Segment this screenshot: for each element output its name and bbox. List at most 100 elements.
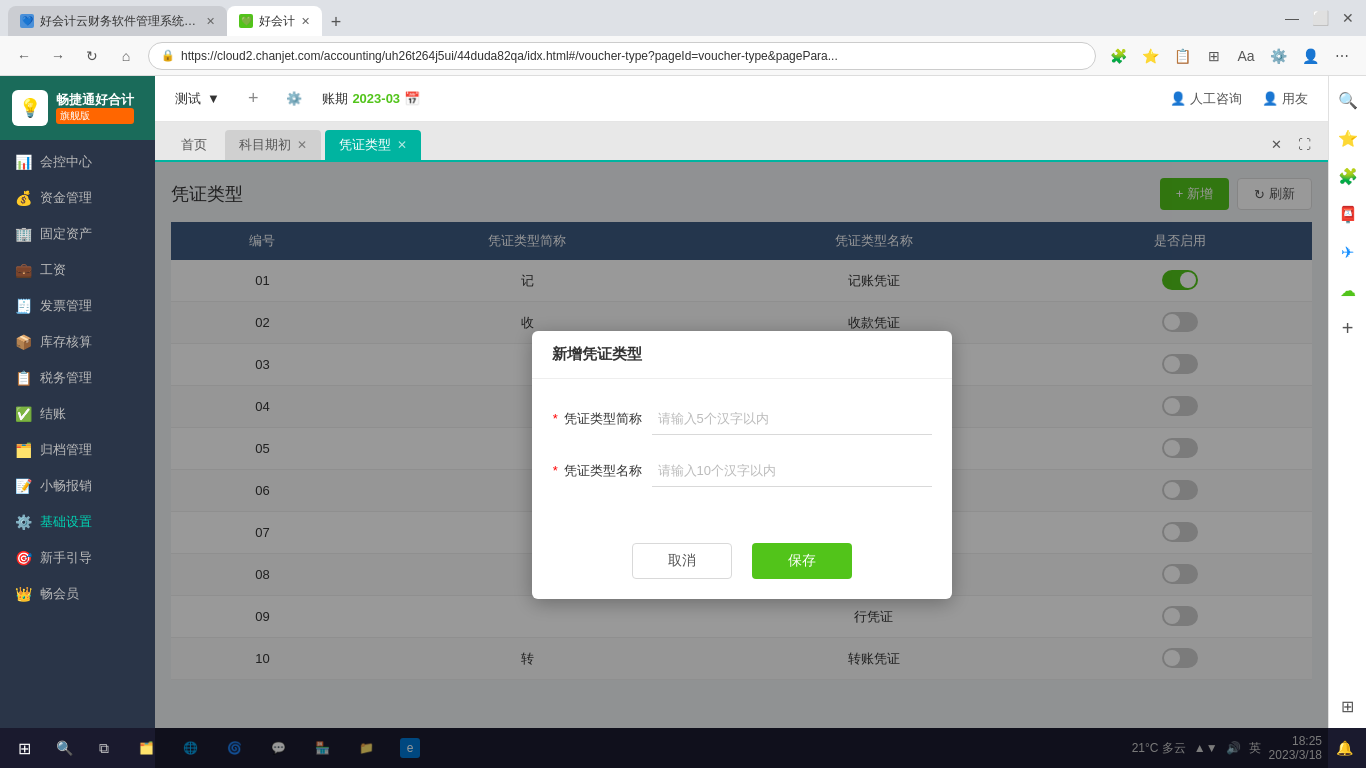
sidebar-item-archive[interactable]: 🗂️ 归档管理 [0, 432, 155, 468]
menu-icon[interactable]: ⋯ [1330, 44, 1354, 68]
browser-toolbar: 🧩 ⭐ 📋 ⊞ Aa ⚙️ 👤 ⋯ [1106, 44, 1354, 68]
form-label-name: * 凭证类型名称 [552, 462, 642, 480]
profile-icon[interactable]: 👤 [1298, 44, 1322, 68]
company-selector[interactable]: 测试 ▼ [167, 86, 228, 112]
dashboard-icon: 📊 [14, 153, 32, 171]
support-button[interactable]: 👤 人工咨询 [1162, 86, 1250, 112]
user-icon: 👤 [1262, 91, 1278, 106]
save-button[interactable]: 保存 [752, 543, 852, 579]
payroll-icon: 💼 [14, 261, 32, 279]
abbr-input[interactable] [652, 403, 932, 435]
tab-title-2: 好会计 [259, 13, 295, 30]
forward-button[interactable]: → [46, 44, 70, 68]
tab-bar: 💙 好会计云财务软件管理系统_会计 ✕ 💚 好会计 ✕ + [8, 0, 1274, 36]
sidebar-item-label-archive: 归档管理 [40, 441, 92, 459]
favorites-icon[interactable]: ⭐ [1138, 44, 1162, 68]
sidebar-item-report[interactable]: 📝 小畅报销 [0, 468, 155, 504]
main-content: 凭证类型 + 新增 ↻ 刷新 编号 凭证类型简称 凭证 [155, 162, 1328, 768]
report-icon: 📝 [14, 477, 32, 495]
sidebar-item-payroll[interactable]: 💼 工资 [0, 252, 155, 288]
cancel-button[interactable]: 取消 [632, 543, 732, 579]
new-tab-button[interactable]: + [322, 8, 350, 36]
refresh-button[interactable]: ↻ [80, 44, 104, 68]
start-button[interactable]: ⊞ [8, 732, 40, 764]
notification-button[interactable]: 🔔 [1330, 734, 1358, 762]
logo-badge: 旗舰版 [56, 108, 134, 124]
home-button[interactable]: ⌂ [114, 44, 138, 68]
invoice-icon: 🧾 [14, 297, 32, 315]
sidebar-item-label-settings: 基础设置 [40, 513, 92, 531]
sidebar-item-inventory[interactable]: 📦 库存核算 [0, 324, 155, 360]
sidebar-item-settings[interactable]: ⚙️ 基础设置 [0, 504, 155, 540]
sidebar-item-label-fixed-assets: 固定资产 [40, 225, 92, 243]
user-label: 用友 [1282, 90, 1308, 108]
tab-close-all-icon[interactable]: ✕ [1264, 132, 1288, 156]
inventory-icon: 📦 [14, 333, 32, 351]
browser-tab-2[interactable]: 💚 好会计 ✕ [227, 6, 322, 36]
sidebar: 💡 畅捷通好合计 旗舰版 📊 会控中心 💰 资金管理 🏢 固定资产 💼 工资 [0, 76, 155, 768]
content-area: 首页 科目期初 ✕ 凭证类型 ✕ ✕ ⛶ 凭证类型 [155, 122, 1328, 768]
archive-icon: 🗂️ [14, 441, 32, 459]
right-outlook-icon[interactable]: 📮 [1332, 198, 1364, 230]
minimize-button[interactable]: — [1282, 8, 1302, 28]
guide-icon: 🎯 [14, 549, 32, 567]
tab-close-2[interactable]: ✕ [301, 15, 310, 28]
label-text-name: 凭证类型名称 [564, 463, 642, 478]
sidebar-item-guide[interactable]: 🎯 新手引导 [0, 540, 155, 576]
app-main: 测试 ▼ + ⚙️ 账期 2023-03 📅 👤 人工咨询 👤 用友 [155, 76, 1328, 768]
browser-title-bar: 💙 好会计云财务软件管理系统_会计 ✕ 💚 好会计 ✕ + — ⬜ ✕ [0, 0, 1366, 36]
name-input[interactable] [652, 455, 932, 487]
right-puzzle-icon[interactable]: 🧩 [1332, 160, 1364, 192]
tab-home[interactable]: 首页 [167, 130, 221, 160]
user-button[interactable]: 👤 用友 [1254, 86, 1316, 112]
browser-tab-1[interactable]: 💙 好会计云财务软件管理系统_会计 ✕ [8, 6, 227, 36]
sidebar-item-tax[interactable]: 📋 税务管理 [0, 360, 155, 396]
tab-expand-icon[interactable]: ⛶ [1292, 132, 1316, 156]
back-button[interactable]: ← [12, 44, 36, 68]
tab-subject-period-close[interactable]: ✕ [297, 138, 307, 152]
support-label: 人工咨询 [1190, 90, 1242, 108]
tab-voucher-type-label: 凭证类型 [339, 136, 391, 154]
right-add-icon[interactable]: + [1332, 312, 1364, 344]
add-company-button[interactable]: + [240, 84, 267, 113]
sidebar-item-label-tax: 税务管理 [40, 369, 92, 387]
form-row-name: * 凭证类型名称 [552, 455, 932, 487]
company-dropdown-icon: ▼ [207, 91, 220, 106]
sidebar-item-dashboard[interactable]: 📊 会控中心 [0, 144, 155, 180]
sidebar-item-label-member: 畅会员 [40, 585, 79, 603]
taskbar-search-button[interactable]: 🔍 [48, 732, 80, 764]
sidebar-item-invoice[interactable]: 🧾 发票管理 [0, 288, 155, 324]
tab-subject-period[interactable]: 科目期初 ✕ [225, 130, 321, 160]
modal-footer: 取消 保存 [532, 531, 952, 599]
tab-voucher-type[interactable]: 凭证类型 ✕ [325, 130, 421, 160]
browser-settings-icon[interactable]: ⚙️ [1266, 44, 1290, 68]
right-cloud-icon[interactable]: ☁ [1332, 274, 1364, 306]
sidebar-item-label-capital: 资金管理 [40, 189, 92, 207]
tab-subject-period-label: 科目期初 [239, 136, 291, 154]
address-bar[interactable]: 🔒 https://cloud2.chanjet.com/accounting/… [148, 42, 1096, 70]
maximize-button[interactable]: ⬜ [1310, 8, 1330, 28]
split-icon[interactable]: ⊞ [1202, 44, 1226, 68]
settings-header-button[interactable]: ⚙️ [278, 87, 310, 110]
collections-icon[interactable]: 📋 [1170, 44, 1194, 68]
sidebar-item-label-checkout: 结账 [40, 405, 66, 423]
calendar-icon[interactable]: 📅 [404, 91, 420, 106]
right-grid-icon[interactable]: ⊞ [1332, 690, 1364, 722]
close-button[interactable]: ✕ [1338, 8, 1358, 28]
sidebar-item-member[interactable]: 👑 畅会员 [0, 576, 155, 612]
taskbar-multiview-button[interactable]: ⧉ [88, 732, 120, 764]
header-actions: 👤 人工咨询 👤 用友 [1162, 86, 1316, 112]
right-search-icon[interactable]: 🔍 [1332, 84, 1364, 116]
right-sidebar: 🔍 ⭐ 🧩 📮 ✈ ☁ + ⊞ ⚙ [1328, 76, 1366, 768]
sidebar-item-checkout[interactable]: ✅ 结账 [0, 396, 155, 432]
read-icon[interactable]: Aa [1234, 44, 1258, 68]
tab-favicon-1: 💙 [20, 14, 34, 28]
right-star-icon[interactable]: ⭐ [1332, 122, 1364, 154]
extensions-icon[interactable]: 🧩 [1106, 44, 1130, 68]
tab-close-1[interactable]: ✕ [206, 15, 215, 28]
sidebar-item-capital[interactable]: 💰 资金管理 [0, 180, 155, 216]
tab-voucher-type-close[interactable]: ✕ [397, 138, 407, 152]
right-send-icon[interactable]: ✈ [1332, 236, 1364, 268]
app-container: 💡 畅捷通好合计 旗舰版 📊 会控中心 💰 资金管理 🏢 固定资产 💼 工资 [0, 76, 1366, 768]
sidebar-item-fixed-assets[interactable]: 🏢 固定资产 [0, 216, 155, 252]
